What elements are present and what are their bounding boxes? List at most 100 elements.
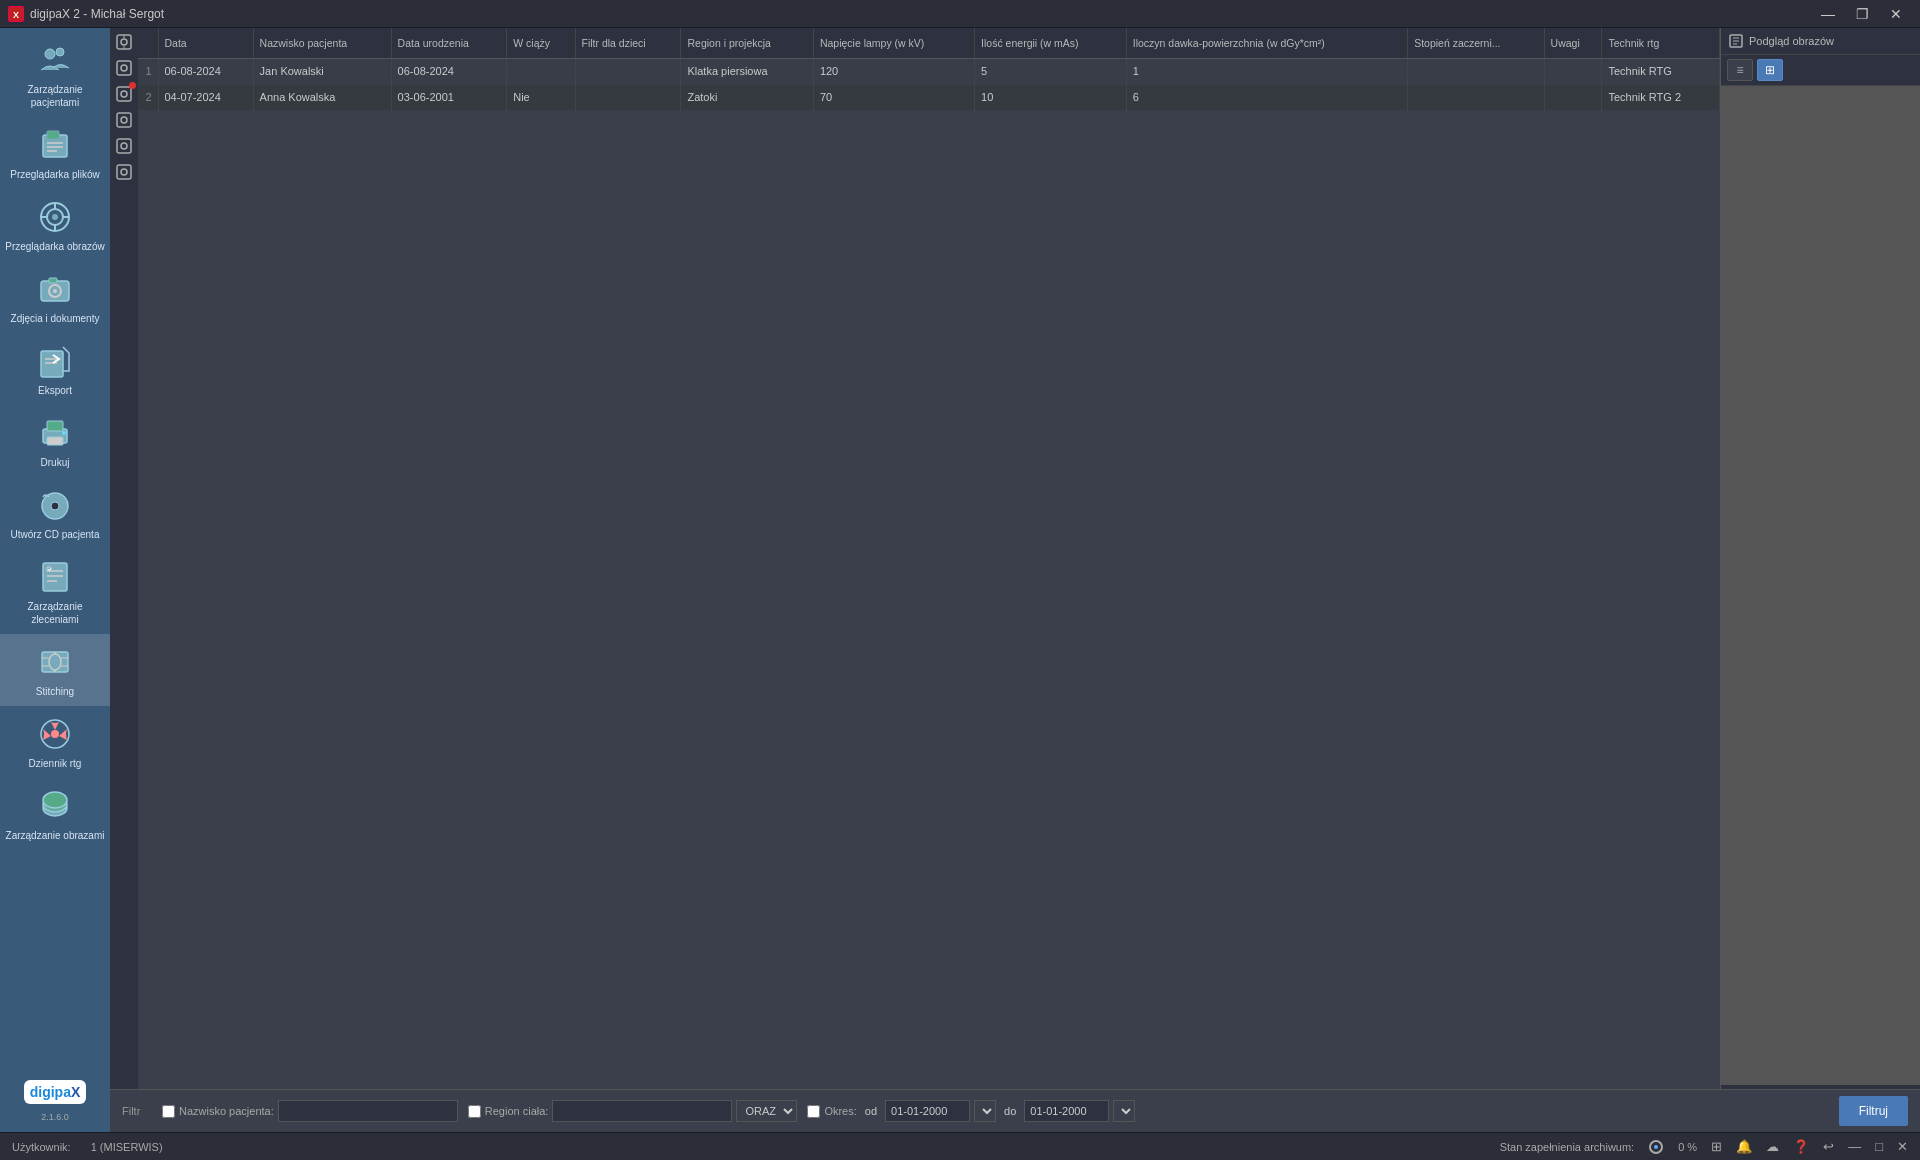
statusbar-refresh-icon[interactable]: ↩: [1823, 1139, 1834, 1154]
main-table-area: Data Nazwisko pacjenta Data urodzenia W …: [138, 28, 1720, 1089]
sidebar-label-export: Eksport: [38, 384, 72, 397]
svg-point-26: [62, 431, 66, 435]
col-region[interactable]: Region i projekcja: [681, 28, 813, 58]
table-row[interactable]: 204-07-2024Anna Kowalska03-06-2001NieZat…: [138, 84, 1720, 110]
filter-check-nazwisko[interactable]: [162, 1105, 175, 1118]
filter-od-select[interactable]: ▼: [974, 1100, 996, 1122]
col-w-ciazy[interactable]: W ciąży: [507, 28, 575, 58]
svg-point-54: [121, 91, 127, 97]
print-icon: [35, 413, 75, 453]
col-iloczyn[interactable]: Iloczyn dawka-powierzchnia (w dGy*cm²): [1126, 28, 1407, 58]
sidebar-label-xray-journal: Dziennik rtg: [29, 757, 82, 770]
sidebar-item-stitching[interactable]: Stitching: [0, 634, 110, 706]
filter-button[interactable]: Filtruj: [1839, 1096, 1908, 1126]
xray-btn-5[interactable]: [112, 134, 136, 158]
col-technik[interactable]: Technik rtg: [1602, 28, 1720, 58]
window-controls: — ❐ ✕: [1812, 3, 1912, 25]
filter-input-region[interactable]: [552, 1100, 732, 1122]
camera-icon: [35, 269, 75, 309]
svg-point-60: [121, 169, 127, 175]
statusbar-archive-label: Stan zapełnienia archiwum:: [1500, 1141, 1635, 1153]
sidebar-item-manage-patients[interactable]: Zarządzanie pacjentami: [0, 32, 110, 117]
col-napiecie[interactable]: Napięcie lampy (w kV): [813, 28, 974, 58]
col-energia[interactable]: Ilość energii (w mAs): [975, 28, 1127, 58]
statusbar-cloud-icon[interactable]: ☁: [1766, 1139, 1779, 1154]
main-layout: Zarządzanie pacjentami Przeglądarka plik…: [0, 28, 1920, 1132]
statusbar-close-icon[interactable]: ✕: [1897, 1139, 1908, 1154]
svg-rect-25: [47, 437, 63, 445]
cell-stopien: [1408, 58, 1544, 84]
sidebar-item-manage-images[interactable]: Zarządzanie obrazami: [0, 778, 110, 850]
table-body: 106-08-2024Jan Kowalski06-08-2024Klatka …: [138, 58, 1720, 110]
sidebar-item-manage-orders[interactable]: Zarządzanie zleceniami: [0, 549, 110, 634]
svg-rect-20: [41, 351, 63, 377]
xray-btn-1[interactable]: [112, 30, 136, 54]
filter-bar: Filtr Nazwisko pacjenta: Region ciała: O…: [110, 1089, 1920, 1132]
statusbar: Użytkownik: 1 (MISERWIS) Stan zapełnieni…: [0, 1132, 1920, 1160]
svg-point-2: [45, 49, 55, 59]
sidebar-item-image-browser[interactable]: Przeglądarka obrazów: [0, 189, 110, 261]
filter-check-okres[interactable]: [807, 1105, 820, 1118]
sidebar-item-file-browser[interactable]: Przeglądarka plików: [0, 117, 110, 189]
list-view-button[interactable]: ≡: [1727, 59, 1753, 81]
cell-napiecie: 70: [813, 84, 974, 110]
sidebar: Zarządzanie pacjentami Przeglądarka plik…: [0, 28, 110, 1132]
svg-point-19: [53, 289, 57, 293]
svg-rect-53: [117, 87, 131, 101]
sidebar-item-xray-journal[interactable]: Dziennik rtg: [0, 706, 110, 778]
col-data[interactable]: Data: [158, 28, 253, 58]
xray-btn-2[interactable]: [112, 56, 136, 80]
svg-rect-5: [47, 131, 59, 139]
filter-do-select[interactable]: ▼: [1113, 1100, 1135, 1122]
minimize-button[interactable]: —: [1812, 3, 1844, 25]
grid-view-button[interactable]: ⊞: [1757, 59, 1783, 81]
svg-rect-51: [117, 61, 131, 75]
table-scroll[interactable]: Data Nazwisko pacjenta Data urodzenia W …: [138, 28, 1720, 1089]
statusbar-maximize-icon[interactable]: □: [1875, 1139, 1883, 1154]
col-lp: [138, 28, 158, 58]
cell-region: Zatoki: [681, 84, 813, 110]
filter-do-input[interactable]: [1024, 1100, 1109, 1122]
statusbar-help-icon[interactable]: ❓: [1793, 1139, 1809, 1154]
sidebar-label-file-browser: Przeglądarka plików: [10, 168, 100, 181]
window-title: digipaX 2 - Michał Sergot: [30, 7, 1812, 21]
col-data-urodzenia[interactable]: Data urodzenia: [391, 28, 507, 58]
sidebar-item-export[interactable]: Eksport: [0, 333, 110, 405]
right-panel-header: Podgląd obrazów: [1721, 28, 1920, 55]
filter-label: Filtr: [122, 1105, 152, 1117]
xray-btn-4[interactable]: [112, 108, 136, 132]
filter-label-okres: Okres:: [824, 1105, 856, 1117]
right-panel: Podgląd obrazów ≡ ⊞: [1720, 28, 1920, 1089]
col-filtr-dzieci[interactable]: Filtr dla dzieci: [575, 28, 681, 58]
sidebar-item-create-cd[interactable]: Utwórz CD pacjenta: [0, 477, 110, 549]
col-stopien[interactable]: Stopień zaczerni...: [1408, 28, 1544, 58]
sidebar-label-manage-orders: Zarządzanie zleceniami: [4, 600, 106, 626]
statusbar-minimize-icon[interactable]: —: [1848, 1139, 1861, 1154]
cell-data: 06-08-2024: [158, 58, 253, 84]
right-panel-controls: ≡ ⊞: [1721, 55, 1920, 86]
statusbar-grid-icon[interactable]: ⊞: [1711, 1139, 1722, 1154]
cell-nazwisko: Jan Kowalski: [253, 58, 391, 84]
sidebar-item-print[interactable]: Drukuj: [0, 405, 110, 477]
sidebar-item-photos-docs[interactable]: Zdjęcia i dokumenty: [0, 261, 110, 333]
panel-header-icon: [1729, 34, 1743, 48]
col-uwagi[interactable]: Uwagi: [1544, 28, 1602, 58]
version-label: 2.1.6.0: [41, 1110, 69, 1128]
filter-logic-select[interactable]: ORAZ LUB: [736, 1100, 797, 1122]
close-button[interactable]: ✕: [1880, 3, 1912, 25]
filter-od-input[interactable]: [885, 1100, 970, 1122]
statusbar-user-label: Użytkownik:: [12, 1141, 71, 1153]
statusbar-bell-icon[interactable]: 🔔: [1736, 1139, 1752, 1154]
xray-btn-6[interactable]: [112, 160, 136, 184]
table-row[interactable]: 106-08-2024Jan Kowalski06-08-2024Klatka …: [138, 58, 1720, 84]
restore-button[interactable]: ❐: [1846, 3, 1878, 25]
logo-area: digipaX: [24, 1074, 87, 1110]
filter-check-region[interactable]: [468, 1105, 481, 1118]
titlebar: X digipaX 2 - Michał Sergot — ❐ ✕: [0, 0, 1920, 28]
xray-btn-3[interactable]: [112, 82, 136, 106]
svg-rect-59: [117, 165, 131, 179]
cell-iloczyn: 1: [1126, 58, 1407, 84]
table-wrapper: Data Nazwisko pacjenta Data urodzenia W …: [110, 28, 1920, 1089]
filter-input-nazwisko[interactable]: [278, 1100, 458, 1122]
col-nazwisko[interactable]: Nazwisko pacjenta: [253, 28, 391, 58]
